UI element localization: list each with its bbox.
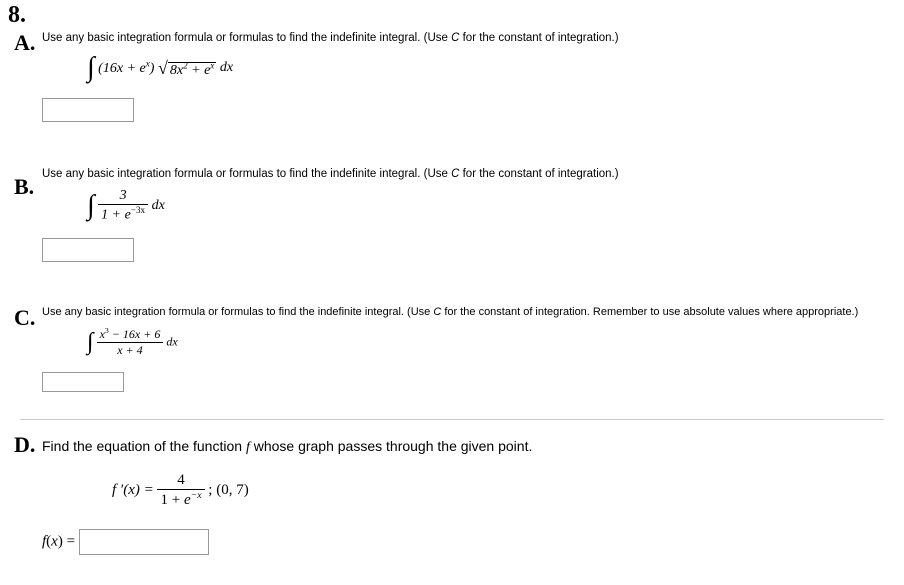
sqrt-sign-a: √ — [158, 58, 168, 78]
fprime-d: f ′(x) = — [112, 482, 157, 498]
label-d: D. — [14, 432, 35, 458]
instruction-c-prefix: Use any basic integration formula or for… — [42, 306, 433, 318]
instruction-a-suffix: for the constant of integration.) — [459, 32, 618, 44]
frac-c-denend: + 4 — [123, 343, 143, 357]
integral-sign-a: ∫ — [87, 52, 95, 84]
ans-d-x: x — [51, 533, 58, 549]
answer-input-d[interactable] — [79, 529, 209, 555]
sqrt-a-plus: + — [188, 63, 204, 78]
dx-a: dx — [220, 60, 233, 75]
integral-c: ∫ x3 − 16x + 6 x + 4 dx — [87, 326, 894, 358]
answer-input-b[interactable] — [42, 238, 134, 262]
section-c: Use any basic integration formula or for… — [42, 306, 894, 395]
frac-c: x3 − 16x + 6 x + 4 — [97, 326, 164, 358]
instruction-a-prefix: Use any basic integration formula or for… — [42, 32, 451, 44]
frac-b-den1: 1 + — [101, 208, 124, 223]
answer-row-d: f(x) = — [42, 529, 894, 555]
int-a-16: (16 — [98, 61, 117, 76]
frac-b-exp: −3x — [131, 205, 145, 215]
answer-input-c[interactable] — [42, 372, 124, 392]
instruction-b-prefix: Use any basic integration formula or for… — [42, 168, 451, 180]
problem-number: 8. — [8, 2, 26, 29]
equation-d: f ′(x) = 4 1 + e−x ; (0, 7) — [112, 472, 894, 509]
frac-d-e: e — [184, 492, 191, 508]
dx-c: dx — [166, 335, 177, 349]
integral-sign-b: ∫ — [87, 190, 95, 222]
label-c: C. — [14, 305, 35, 331]
ans-d-eq: ) = — [58, 533, 79, 549]
label-a: A. — [14, 30, 35, 56]
instruction-d: Find the equation of the function f whos… — [42, 438, 894, 456]
sqrt-a-expx: x — [210, 60, 214, 70]
dx-b: dx — [152, 198, 165, 213]
frac-c-end: + 6 — [140, 327, 160, 341]
section-b: Use any basic integration formula or for… — [42, 168, 894, 265]
integral-sign-c: ∫ — [87, 329, 94, 356]
int-a-paren: ) — [150, 61, 155, 76]
sqrt-a: √8x2 + ex — [158, 58, 216, 79]
integral-b: ∫ 3 1 + e−3x dx — [87, 188, 894, 224]
answer-input-a[interactable] — [42, 98, 134, 122]
frac-c-num: x3 − 16x + 6 — [97, 326, 164, 343]
instruction-b: Use any basic integration formula or for… — [42, 168, 894, 180]
divider — [20, 419, 884, 420]
section-a: Use any basic integration formula or for… — [42, 32, 894, 125]
frac-d-num: 4 — [157, 472, 204, 490]
instruction-b-suffix: for the constant of integration.) — [459, 168, 618, 180]
frac-c-den: x + 4 — [97, 343, 164, 358]
frac-b-den: 1 + e−3x — [98, 205, 148, 224]
frac-d-exp: −x — [191, 490, 202, 501]
integral-a: ∫ (16x + ex) √8x2 + ex dx — [87, 52, 894, 84]
frac-d-den1: 1 + — [160, 492, 183, 508]
point-d: ; (0, 7) — [208, 482, 248, 498]
label-b: B. — [14, 174, 34, 200]
integrand-a-left: (16x + ex) — [98, 61, 158, 76]
instruction-a: Use any basic integration formula or for… — [42, 32, 894, 44]
frac-d: 4 1 + e−x — [157, 472, 204, 509]
sqrt-a-8: 8 — [170, 63, 177, 78]
instruction-d-suffix: whose graph passes through the given poi… — [250, 438, 533, 454]
instruction-d-prefix: Find the equation of the function — [42, 438, 246, 454]
sqrt-content-a: 8x2 + ex — [168, 62, 216, 78]
frac-b: 3 1 + e−3x — [98, 188, 148, 224]
instruction-c: Use any basic integration formula or for… — [42, 306, 894, 318]
int-a-plus: + — [123, 61, 139, 76]
instruction-c-suffix: for the constant of integration. Remembe… — [441, 306, 858, 318]
frac-c-mid: − 16 — [109, 327, 135, 341]
frac-b-num: 3 — [98, 188, 148, 205]
section-d: Find the equation of the function f whos… — [42, 438, 894, 555]
frac-d-den: 1 + e−x — [157, 490, 204, 509]
